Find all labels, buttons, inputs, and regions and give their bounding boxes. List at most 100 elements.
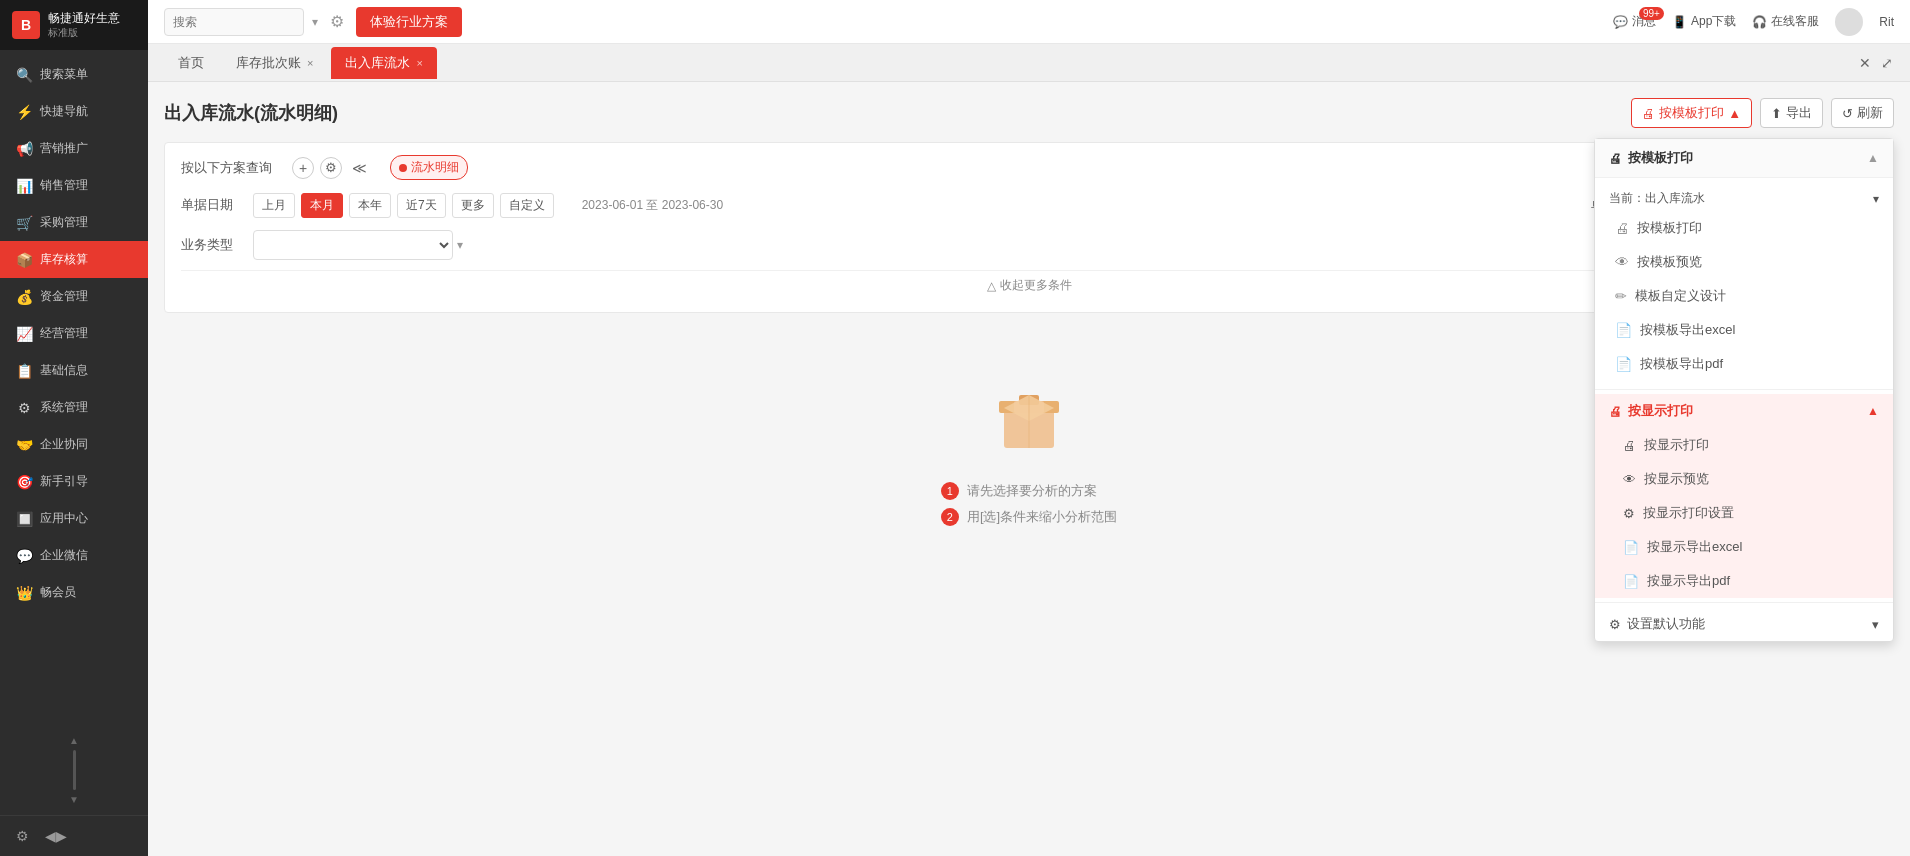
template-print-label: 按模板打印 <box>1637 219 1702 237</box>
settings-icon[interactable]: ⚙ <box>16 828 29 844</box>
printer-icon-header: 🖨 <box>1609 151 1622 166</box>
tab-inventory[interactable]: 库存批次账× <box>222 47 327 79</box>
export-btn[interactable]: ⬆ 导出 <box>1760 98 1823 128</box>
avatar[interactable] <box>1835 8 1863 36</box>
marketing-icon: 📢 <box>16 141 32 157</box>
apps-label: 应用中心 <box>40 510 88 527</box>
display-settings-item[interactable]: ⚙ 按显示打印设置 <box>1595 496 1893 530</box>
page-content: 出入库流水(流水明细) 🖨 按模板打印 ▲ ⬆ 导出 ↺ 刷新 <box>148 82 1910 856</box>
close-window-btn[interactable]: ✕ <box>1858 56 1872 70</box>
sidebar-item-newbie[interactable]: 🎯新手引导 <box>0 463 148 500</box>
username-label[interactable]: Rit <box>1879 15 1894 29</box>
sidebar-item-purchase[interactable]: 🛒采购管理 <box>0 204 148 241</box>
tab-close-inventory[interactable]: × <box>307 57 313 69</box>
sidebar-item-collab[interactable]: 🤝企业协同 <box>0 426 148 463</box>
sidebar-item-sales[interactable]: 📊销售管理 <box>0 167 148 204</box>
print-arrow-icon[interactable]: ▲ <box>1728 106 1741 121</box>
print-divider <box>1595 389 1893 390</box>
header-search: ▾ <box>164 8 318 36</box>
default-function-item[interactable]: ⚙ 设置默认功能 ▾ <box>1595 607 1893 641</box>
collapse-label: 收起更多条件 <box>1000 277 1072 294</box>
weixin-icon: 💬 <box>16 548 32 564</box>
display-excel-label: 按显示导出excel <box>1647 538 1742 556</box>
phone-icon: 📱 <box>1672 15 1687 29</box>
date-btn-更多[interactable]: 更多 <box>452 193 494 218</box>
sidebar-item-basic[interactable]: 📋基础信息 <box>0 352 148 389</box>
sidebar-item-quick[interactable]: ⚡快捷导航 <box>0 93 148 130</box>
sidebar-item-marketing[interactable]: 📢 营销推广 <box>0 130 148 167</box>
template-preview-label: 按模板预览 <box>1637 253 1702 271</box>
app-download-btn[interactable]: 📱 App下载 <box>1672 13 1736 30</box>
tab-flow[interactable]: 出入库流水× <box>331 47 436 79</box>
scroll-down-btn[interactable]: ▼ <box>67 792 81 807</box>
filter-collapse-btn[interactable]: ≪ <box>348 157 370 179</box>
display-pdf-item[interactable]: 📄 按显示导出pdf <box>1595 564 1893 598</box>
basic-icon: 📋 <box>16 363 32 379</box>
search-arrow-icon[interactable]: ▾ <box>312 15 318 29</box>
default-function-label: 设置默认功能 <box>1627 615 1705 633</box>
sidebar-item-weixin[interactable]: 💬 企业微信 <box>0 537 148 574</box>
printer-icon: 🖨 <box>1642 106 1655 121</box>
filter-settings-btn[interactable]: ⚙ <box>320 157 342 179</box>
sidebar-item-search[interactable]: 🔍搜索菜单 <box>0 56 148 93</box>
maximize-window-btn[interactable]: ⤢ <box>1880 56 1894 70</box>
sidebar-item-finance[interactable]: 💰资金管理 <box>0 278 148 315</box>
sidebar-item-operations[interactable]: 📈经营管理 <box>0 315 148 352</box>
member-icon: 👑 <box>16 585 32 601</box>
step-num-1: 1 <box>941 482 959 500</box>
message-icon: 💬 <box>1613 15 1628 29</box>
template-preview-icon: 👁 <box>1615 254 1629 270</box>
sidebar-item-system[interactable]: ⚙系统管理 <box>0 389 148 426</box>
template-print-menu-item[interactable]: 🖨 按模板打印 <box>1595 211 1893 245</box>
filter-add-btn[interactable]: + <box>292 157 314 179</box>
display-print-item[interactable]: 🖨 按显示打印 <box>1595 428 1893 462</box>
date-range-text: 2023-06-01 至 2023-06-30 <box>582 197 723 214</box>
finance-label: 资金管理 <box>40 288 88 305</box>
biz-type-select[interactable] <box>253 230 453 260</box>
tab-home[interactable]: 首页 <box>164 47 218 79</box>
operations-icon: 📈 <box>16 326 32 342</box>
date-btn-上月[interactable]: 上月 <box>253 193 295 218</box>
page-actions: 🖨 按模板打印 ▲ ⬆ 导出 ↺ 刷新 <box>1631 98 1894 128</box>
marketing-label: 营销推广 <box>40 140 88 157</box>
trial-btn[interactable]: 体验行业方案 <box>356 7 462 37</box>
message-badge: 99+ <box>1639 7 1664 20</box>
display-preview-item[interactable]: 👁 按显示预览 <box>1595 462 1893 496</box>
date-btn-本月[interactable]: 本月 <box>301 193 343 218</box>
sidebar-item-inventory[interactable]: 📦库存核算 <box>0 241 148 278</box>
online-service-btn[interactable]: 🎧 在线客服 <box>1752 13 1819 30</box>
system-label: 系统管理 <box>40 399 88 416</box>
refresh-btn[interactable]: ↺ 刷新 <box>1831 98 1894 128</box>
template-preview-menu-item[interactable]: 👁 按模板预览 <box>1595 245 1893 279</box>
scroll-track <box>73 750 76 790</box>
scroll-up-btn[interactable]: ▲ <box>67 733 81 748</box>
tab-close-flow[interactable]: × <box>416 57 422 69</box>
date-btn-近7天[interactable]: 近7天 <box>397 193 446 218</box>
date-btn-自定义[interactable]: 自定义 <box>500 193 554 218</box>
display-section-collapse-icon[interactable]: ▲ <box>1867 404 1879 418</box>
print-dropdown-close-icon[interactable]: ▲ <box>1867 151 1879 165</box>
template-pdf-menu-item[interactable]: 📄 按模板导出pdf <box>1595 347 1893 381</box>
tab-bar: 首页库存批次账×出入库流水× ✕ ⤢ <box>148 44 1910 82</box>
template-custom-menu-item[interactable]: ✏ 模板自定义设计 <box>1595 279 1893 313</box>
search-input[interactable] <box>164 8 304 36</box>
template-excel-menu-item[interactable]: 📄 按模板导出excel <box>1595 313 1893 347</box>
biz-type-field: ▾ <box>253 230 631 260</box>
flow-detail-tag[interactable]: 流水明细 <box>390 155 468 180</box>
template-print-btn[interactable]: 🖨 按模板打印 ▲ <box>1631 98 1752 128</box>
step-2-text: 用[选]条件来缩小分析范围 <box>967 508 1117 526</box>
print-label: 按模板打印 <box>1659 104 1724 122</box>
headset-icon: 🎧 <box>1752 15 1767 29</box>
weixin-label: 企业微信 <box>40 547 88 564</box>
message-btn[interactable]: 💬 消息 99+ <box>1613 13 1656 30</box>
collapse-sidebar-icon[interactable]: ◀▶ <box>45 828 67 844</box>
tag-dot <box>399 164 407 172</box>
logo-subtitle: 标准版 <box>48 26 120 39</box>
sidebar-item-member[interactable]: 👑畅会员 <box>0 574 148 611</box>
sidebar-item-apps[interactable]: 🔲应用中心 <box>0 500 148 537</box>
step-num-2: 2 <box>941 508 959 526</box>
display-excel-item[interactable]: 📄 按显示导出excel <box>1595 530 1893 564</box>
default-function-icon: ⚙ <box>1609 617 1621 632</box>
gear-icon[interactable]: ⚙ <box>330 12 344 31</box>
date-btn-本年[interactable]: 本年 <box>349 193 391 218</box>
